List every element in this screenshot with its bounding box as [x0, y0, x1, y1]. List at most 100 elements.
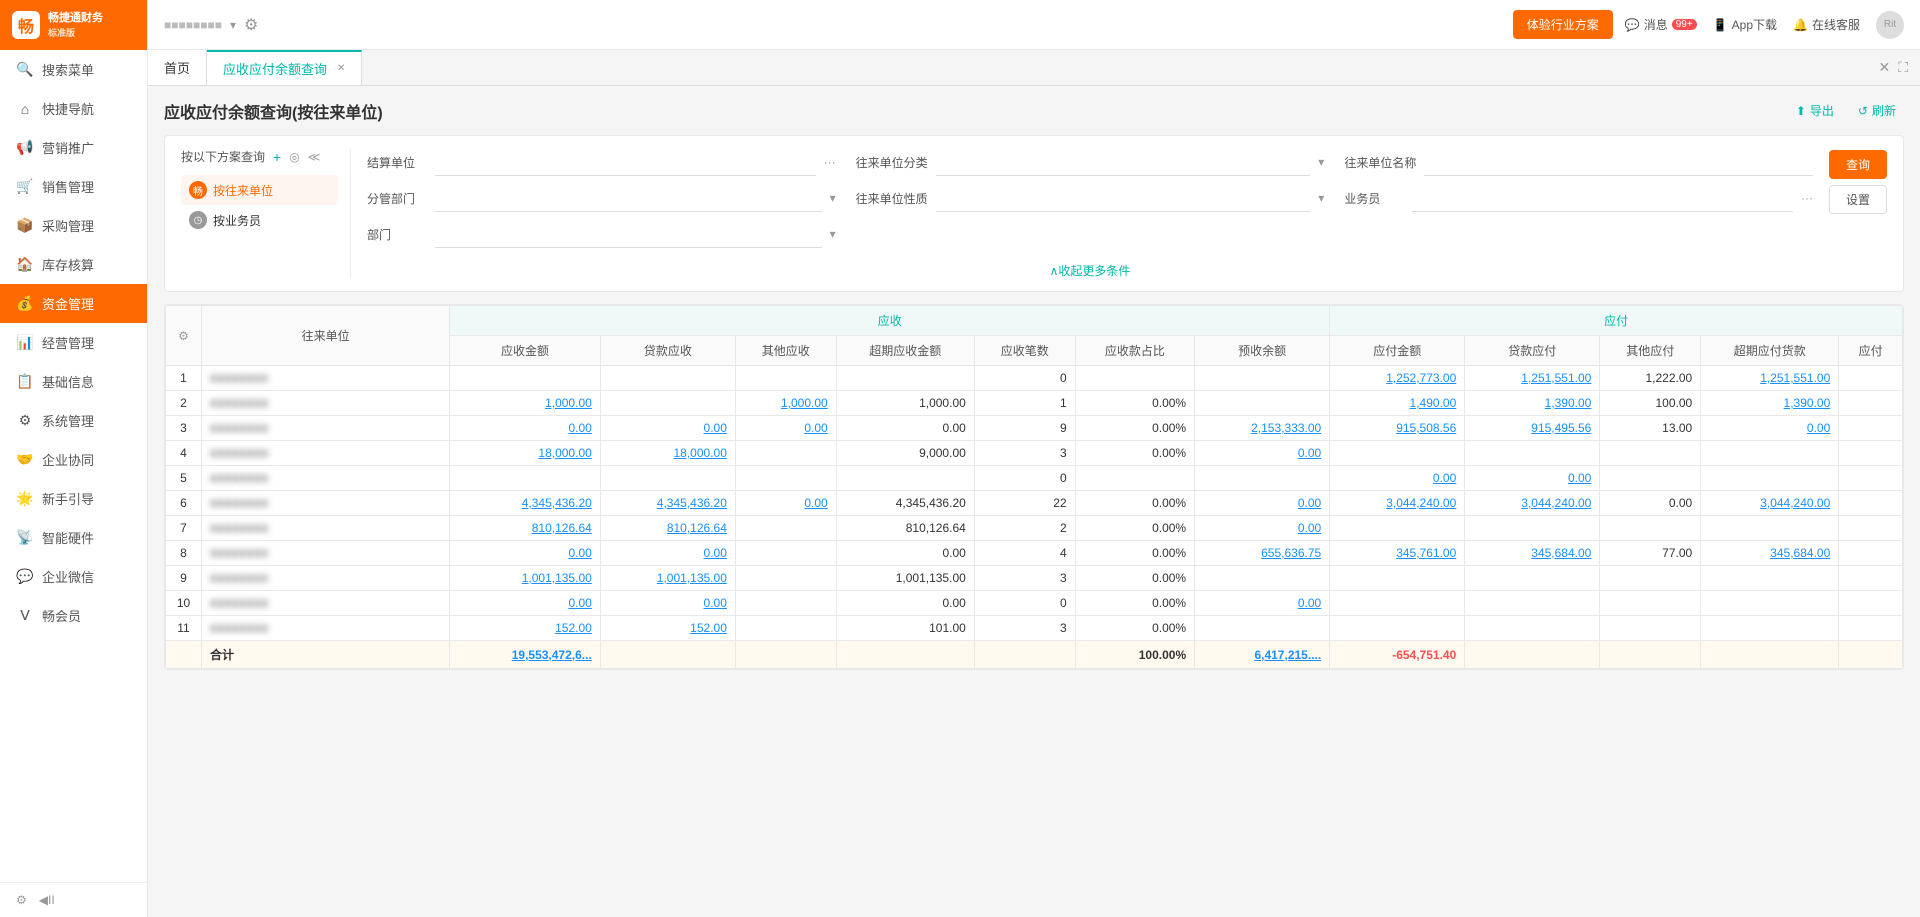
cell-data-2[interactable]: 1,000.00 [735, 391, 836, 416]
cell-data-1[interactable]: 152.00 [600, 616, 735, 641]
tab-home[interactable]: 首页 [148, 50, 207, 85]
cell-data-0[interactable]: 0.00 [450, 591, 601, 616]
tab-close-icon[interactable]: ✕ [337, 63, 345, 74]
user-avatar[interactable]: Rit [1876, 11, 1904, 39]
filter-option-by-staff[interactable]: ◷ 按业务员 [181, 205, 338, 235]
cell-data-6[interactable]: 655,636.75 [1195, 541, 1330, 566]
sidebar-item-finance[interactable]: 💰 资金管理 [0, 284, 147, 323]
cell-data-7[interactable]: 3,044,240.00 [1330, 491, 1465, 516]
window-close-btn[interactable]: ✕ [1878, 59, 1890, 76]
cell-data-1[interactable]: 0.00 [600, 541, 735, 566]
unit-name-input[interactable] [1424, 148, 1813, 176]
cell-data-5: 0.00% [1075, 441, 1194, 466]
department-select[interactable] [435, 220, 822, 248]
settlement-dots[interactable]: ··· [824, 155, 836, 169]
cell-row-num: 6 [166, 491, 202, 516]
cell-data-10[interactable]: 1,251,551.00 [1701, 366, 1839, 391]
filter-expand-btn[interactable]: ≪ [308, 150, 321, 164]
cell-data-8[interactable]: 0.00 [1465, 466, 1600, 491]
cell-data-0[interactable]: 1,001,135.00 [450, 566, 601, 591]
sidebar-item-system[interactable]: ⚙ 系统管理 [0, 401, 147, 440]
cell-data-10[interactable]: 345,684.00 [1701, 541, 1839, 566]
cell-data-7[interactable]: 1,252,773.00 [1330, 366, 1465, 391]
cell-data-10[interactable]: 1,390.00 [1701, 391, 1839, 416]
filter-add-btn[interactable]: + [273, 149, 281, 165]
sidebar-item-guide[interactable]: 🌟 新手引导 [0, 479, 147, 518]
cell-data-1[interactable]: 4,345,436.20 [600, 491, 735, 516]
sidebar-item-purchase[interactable]: 📦 采购管理 [0, 206, 147, 245]
sidebar-item-wechat[interactable]: 💬 企业微信 [0, 557, 147, 596]
cell-data-8[interactable]: 1,251,551.00 [1465, 366, 1600, 391]
cell-data-0[interactable]: 0.00 [450, 416, 601, 441]
cell-data-7[interactable]: 1,490.00 [1330, 391, 1465, 416]
sidebar-item-basic[interactable]: 📋 基础信息 [0, 362, 147, 401]
cell-data-10[interactable]: 3,044,240.00 [1701, 491, 1839, 516]
salesperson-input[interactable] [1412, 184, 1793, 212]
cell-data-8[interactable]: 345,684.00 [1465, 541, 1600, 566]
online-service-item[interactable]: 🔔 在线客服 [1793, 16, 1860, 33]
sidebar-item-quick-nav[interactable]: ⌂ 快捷导航 [0, 89, 147, 128]
cell-data-6[interactable]: 0.00 [1195, 491, 1330, 516]
settlement-input[interactable] [435, 148, 816, 176]
cell-data-5: 0.00% [1075, 391, 1194, 416]
cell-data-7[interactable]: 345,761.00 [1330, 541, 1465, 566]
cell-data-0[interactable]: 4,345,436.20 [450, 491, 601, 516]
cell-data-6[interactable]: 2,153,333.00 [1195, 416, 1330, 441]
settings-button[interactable]: 设置 [1829, 185, 1887, 214]
collapse-more-btn[interactable]: ∧ 收起更多条件 [367, 262, 1813, 279]
footer-ar-prepay[interactable]: 6,417,215.... [1195, 641, 1330, 669]
cell-data-8[interactable]: 3,044,240.00 [1465, 491, 1600, 516]
cell-data-1[interactable]: 18,000.00 [600, 441, 735, 466]
sidebar-item-search-menu[interactable]: 🔍 搜索菜单 [0, 50, 147, 89]
cell-data-0[interactable]: 1,000.00 [450, 391, 601, 416]
cell-data-6[interactable]: 0.00 [1195, 441, 1330, 466]
salesperson-dots[interactable]: ··· [1801, 191, 1813, 205]
filter-option-by-unit[interactable]: 畅 按往来单位 [181, 175, 338, 205]
cell-data-1[interactable]: 0.00 [600, 416, 735, 441]
cell-data-1[interactable]: 1,001,135.00 [600, 566, 735, 591]
app-download-item[interactable]: 📱 App下载 [1713, 16, 1777, 33]
unit-nature-select[interactable] [936, 184, 1311, 212]
window-maximize-btn[interactable]: ⛶ [1898, 59, 1908, 76]
messages-item[interactable]: 💬 消息 99+ [1625, 16, 1697, 33]
cell-data-1[interactable]: 0.00 [600, 591, 735, 616]
filter-target-btn[interactable]: ◎ [289, 150, 299, 164]
cell-data-0[interactable]: 810,126.64 [450, 516, 601, 541]
query-button[interactable]: 查询 [1829, 150, 1887, 179]
sidebar-item-hardware[interactable]: 📡 智能硬件 [0, 518, 147, 557]
footer-ar-amount[interactable]: 19,553,472,6... [450, 641, 601, 669]
cell-data-8[interactable]: 1,390.00 [1465, 391, 1600, 416]
th-settings[interactable]: ⚙ [166, 306, 202, 366]
cell-data-10[interactable]: 0.00 [1701, 416, 1839, 441]
sidebar-item-cooperation[interactable]: 🤝 企业协同 [0, 440, 147, 479]
sidebar-item-marketing[interactable]: 📢 营销推广 [0, 128, 147, 167]
cell-data-7[interactable]: 915,508.56 [1330, 416, 1465, 441]
sidebar-item-operation[interactable]: 📊 经营管理 [0, 323, 147, 362]
cell-data-7[interactable]: 0.00 [1330, 466, 1465, 491]
sidebar-item-inventory[interactable]: 🏠 库存核算 [0, 245, 147, 284]
sidebar-item-vip[interactable]: Ⅴ 畅会员 [0, 596, 147, 635]
header-gear-icon[interactable]: ⚙ [244, 15, 258, 35]
cell-data-2[interactable]: 0.00 [735, 491, 836, 516]
cell-data-0[interactable]: 152.00 [450, 616, 601, 641]
dept-select[interactable] [435, 184, 822, 212]
tab-ar-ap[interactable]: 应收应付余额查询 ✕ [207, 50, 362, 85]
sidebar-settings-btn[interactable]: ⚙ [16, 893, 27, 907]
cell-data-1[interactable]: 810,126.64 [600, 516, 735, 541]
cell-data-8[interactable]: 915,495.56 [1465, 416, 1600, 441]
cell-data-9: 0.00 [1600, 491, 1701, 516]
unit-category-select[interactable] [936, 148, 1311, 176]
cell-data-2[interactable]: 0.00 [735, 416, 836, 441]
cell-data-9: 1,222.00 [1600, 366, 1701, 391]
cell-data-7 [1330, 441, 1465, 466]
cell-data-0[interactable]: 18,000.00 [450, 441, 601, 466]
cell-data-0[interactable]: 0.00 [450, 541, 601, 566]
sidebar-item-sales[interactable]: 🛒 销售管理 [0, 167, 147, 206]
promo-button[interactable]: 体验行业方案 [1513, 10, 1613, 39]
cell-data-6[interactable]: 0.00 [1195, 591, 1330, 616]
export-button[interactable]: ⬆ 导出 [1788, 98, 1842, 123]
sidebar-collapse-btn[interactable]: ◀II [39, 893, 55, 907]
cell-data-6[interactable]: 0.00 [1195, 516, 1330, 541]
table-settings-icon[interactable]: ⚙ [178, 329, 189, 343]
refresh-button[interactable]: ↺ 刷新 [1850, 98, 1904, 123]
